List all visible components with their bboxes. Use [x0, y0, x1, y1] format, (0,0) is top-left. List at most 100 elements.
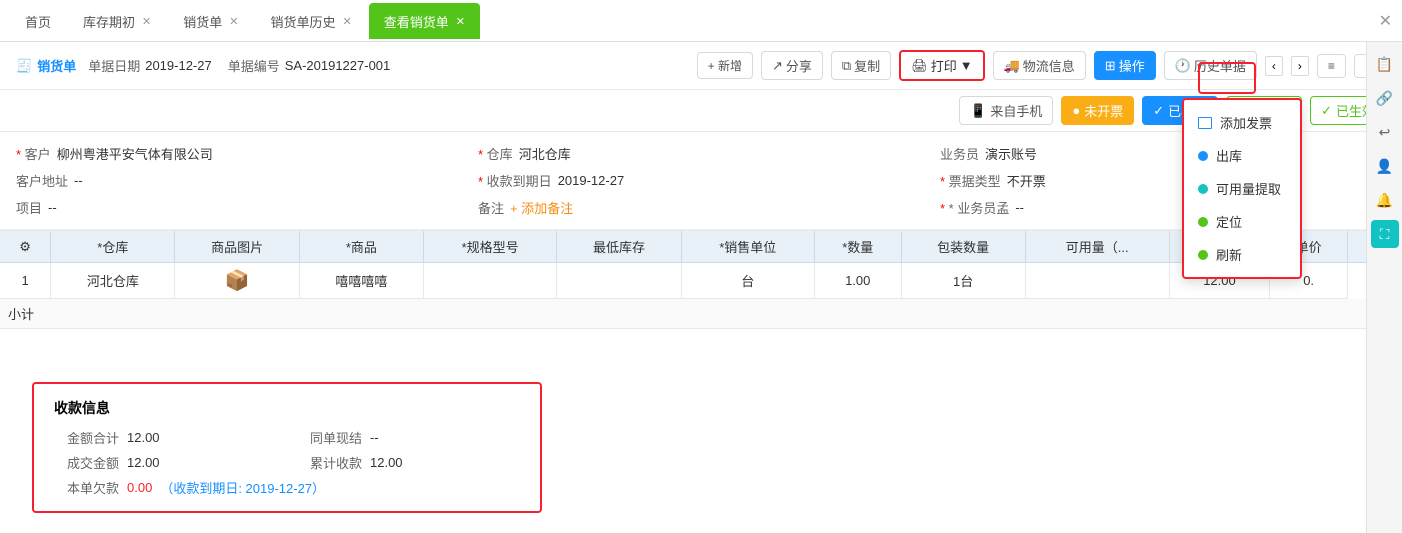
copy-label: 复制 — [854, 56, 880, 75]
note-row: 备注 + 添加备注 — [478, 198, 924, 217]
sidebar-icon-reply[interactable]: ↩ — [1371, 118, 1399, 146]
phone-icon: 📱 — [970, 103, 986, 119]
available-qty-label: 可用量提取 — [1216, 179, 1281, 198]
print-label: 打印 — [931, 56, 957, 75]
add-invoice-label: 添加发票 — [1220, 113, 1272, 132]
operations-button[interactable]: ⊞ 操作 — [1094, 51, 1156, 80]
logistics-button[interactable]: 🚚 物流信息 — [993, 51, 1086, 80]
new-button[interactable]: + 新增 — [697, 52, 753, 79]
address-value: -- — [74, 173, 83, 188]
col-product: *商品 — [299, 231, 423, 263]
tab-bar: 首页 库存期初 ✕ 销货单 ✕ 销货单历史 ✕ 查看销货单 ✕ ✕ — [0, 0, 1402, 42]
share-label: 分享 — [786, 56, 812, 75]
ticket-type-label: 票据类型 — [940, 171, 1001, 190]
doc-date-label: 单据日期 — [88, 56, 140, 75]
project-value: -- — [48, 200, 57, 215]
refresh-label: 刷新 — [1216, 245, 1242, 264]
add-invoice-item[interactable]: 添加发票 — [1184, 106, 1300, 139]
address-label: 客户地址 — [16, 171, 68, 190]
available-qty-item[interactable]: 可用量提取 — [1184, 172, 1300, 205]
tab-inventory-init-close[interactable]: ✕ — [142, 15, 151, 28]
sidebar-icon-link[interactable]: 🔗 — [1371, 84, 1399, 112]
doc-actions: + 新增 ↗ 分享 ⧉ 复制 🖨 打印 ▼ 🚚 物流信息 — [697, 50, 1386, 81]
refresh-item[interactable]: 刷新 — [1184, 238, 1300, 271]
tab-inventory-init[interactable]: 库存期初 ✕ — [68, 3, 166, 39]
locate-item[interactable]: 定位 — [1184, 205, 1300, 238]
doc-title-text: 销货单 — [37, 56, 76, 75]
note-label: 备注 — [478, 198, 504, 217]
customer-label: 客户 — [16, 144, 51, 163]
arrears-value: 0.00 — [127, 480, 152, 495]
ticket-type-value: 不开票 — [1007, 171, 1046, 190]
payment-title: 收款信息 — [54, 398, 520, 418]
doc-date-item: 单据日期 2019-12-27 — [88, 56, 212, 75]
sidebar-icon-user[interactable]: 👤 — [1371, 152, 1399, 180]
cell-seq: 1 — [0, 263, 51, 299]
truck-icon: 🚚 — [1004, 58, 1020, 74]
locate-icon — [1198, 217, 1208, 227]
col-pack-qty: 包装数量 — [901, 231, 1025, 263]
sidebar-icon-clipboard[interactable]: 📋 — [1371, 50, 1399, 78]
outbound-label: 出库 — [1216, 146, 1242, 165]
warehouse-row: 仓库 河北仓库 — [478, 144, 924, 163]
project-row: 项目 -- — [16, 198, 462, 217]
print-dropdown-icon: ▼ — [960, 58, 973, 73]
tab-bar-close[interactable]: ✕ — [1379, 11, 1392, 31]
amount-total-label: 金额合计 — [54, 428, 119, 447]
col-sales-unit: *销售单位 — [681, 231, 814, 263]
cumulative-label: 累计收款 — [297, 453, 362, 472]
col-quantity: *数量 — [814, 231, 901, 263]
col-warehouse: *仓库 — [51, 231, 175, 263]
salesperson-row: 业务员 演示账号 — [940, 144, 1386, 163]
prev-button[interactable]: ‹ — [1265, 56, 1283, 76]
not-open-label: 未开票 — [1084, 101, 1123, 120]
sidebar-icon-bell[interactable]: 🔔 — [1371, 186, 1399, 214]
tab-sales-order-close[interactable]: ✕ — [229, 15, 238, 28]
locate-label: 定位 — [1216, 212, 1242, 231]
transaction-label: 成交金额 — [54, 453, 119, 472]
outbound-item[interactable]: 出库 — [1184, 139, 1300, 172]
col-gear[interactable]: ⚙ — [0, 231, 51, 263]
list-view-button[interactable]: ≡ — [1317, 54, 1346, 78]
next-button[interactable]: › — [1291, 56, 1309, 76]
same-order-label: 同单现结 — [297, 428, 362, 447]
sales-staff-label: * 业务员孟 — [940, 198, 1009, 217]
note-add-button[interactable]: + 添加备注 — [510, 198, 573, 217]
doc-number-label: 单据编号 — [228, 56, 280, 75]
ticket-type-row: 票据类型 不开票 — [940, 171, 1386, 190]
cell-min-stock — [557, 263, 681, 299]
cell-quantity: 1.00 — [814, 263, 901, 299]
col-image: 商品图片 — [175, 231, 299, 263]
doc-date-value: 2019-12-27 — [145, 58, 212, 73]
doc-header: 🧾 销货单 单据日期 2019-12-27 单据编号 SA-20191227-0… — [0, 42, 1402, 90]
tab-view-sales[interactable]: 查看销货单 ✕ — [369, 3, 480, 39]
share-button[interactable]: ↗ 分享 — [761, 51, 823, 80]
address-row: 客户地址 -- — [16, 171, 462, 190]
from-phone-button[interactable]: 📱 来自手机 — [959, 96, 1053, 125]
tab-sales-order[interactable]: 销货单 ✕ — [168, 3, 253, 39]
doc-number-value: SA-20191227-001 — [285, 58, 391, 73]
tab-sales-history[interactable]: 销货单历史 ✕ — [255, 3, 366, 39]
history-button[interactable]: 🕐 历史单据 — [1164, 51, 1257, 80]
grid-icon: ⊞ — [1105, 58, 1116, 74]
cell-spec — [423, 263, 556, 299]
sidebar-icon-expand[interactable]: ⛶ — [1371, 220, 1399, 248]
tab-view-sales-close[interactable]: ✕ — [456, 15, 465, 28]
salesperson-label: 业务员 — [940, 144, 979, 163]
copy-button[interactable]: ⧉ 复制 — [831, 51, 891, 80]
tab-sales-history-close[interactable]: ✕ — [343, 15, 352, 28]
print-icon: 🖨 — [911, 58, 928, 74]
due-date-note: （收款到期日: 2019-12-27） — [160, 478, 325, 497]
share-icon: ↗ — [772, 58, 783, 74]
doc-meta: 单据日期 2019-12-27 单据编号 SA-20191227-001 — [88, 56, 390, 75]
cell-product: 嘻嘻嘻嘻 — [299, 263, 423, 299]
not-open-button[interactable]: ● 未开票 — [1061, 96, 1134, 125]
tab-home[interactable]: 首页 — [10, 3, 66, 39]
cumulative-value: 12.00 — [370, 455, 403, 470]
cell-pack-qty: 1台 — [901, 263, 1025, 299]
arrears-item: 本单欠款 0.00 （收款到期日: 2019-12-27） — [54, 478, 520, 497]
transaction-value: 12.00 — [127, 455, 160, 470]
invoice-icon — [1198, 117, 1212, 129]
print-button[interactable]: 🖨 打印 ▼ — [899, 50, 984, 81]
copy-icon: ⧉ — [842, 58, 851, 74]
